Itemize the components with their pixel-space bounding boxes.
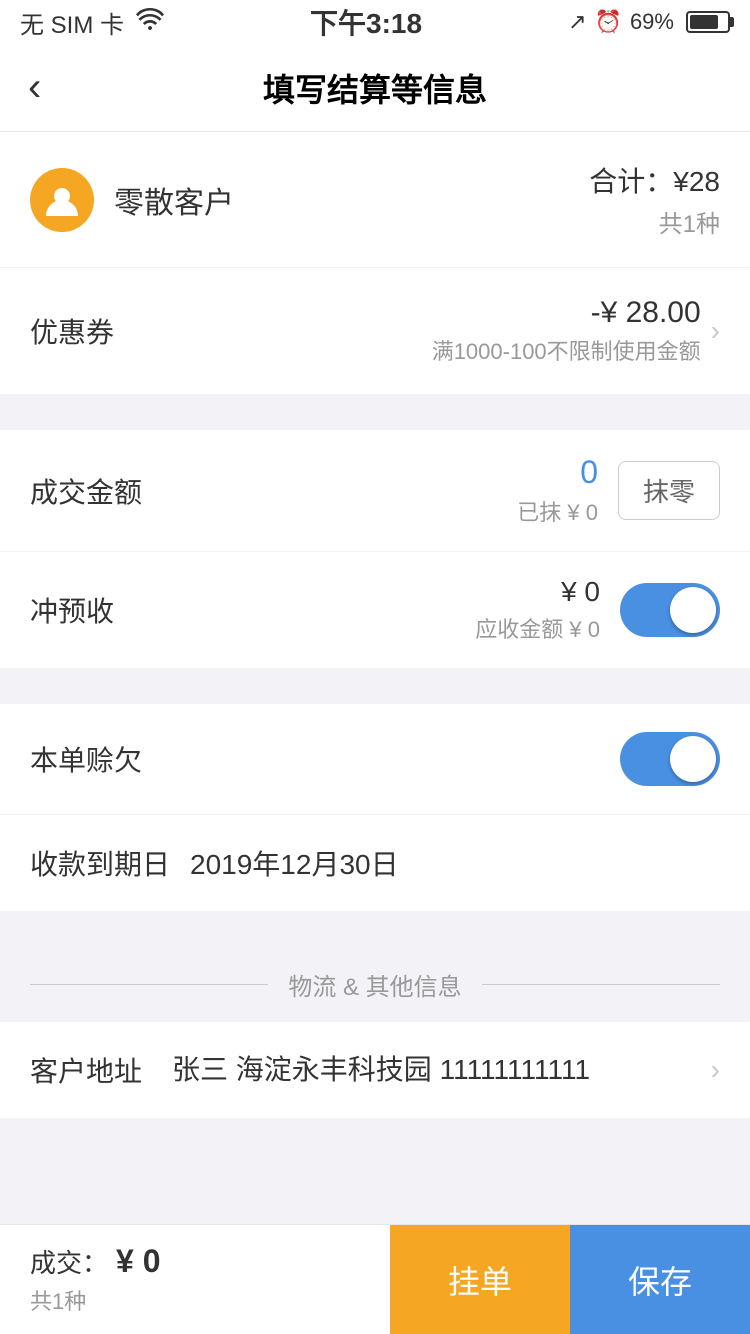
address-value: 张三 海淀永丰科技园 11111111111: [172, 1050, 701, 1089]
customer-total: 合计：¥28: [589, 160, 720, 200]
transaction-card: 成交金额 0 已抹 ¥ 0 抹零 冲预收 ¥ 0 应收金额 ¥ 0: [0, 430, 750, 668]
bottom-bar: 成交： ¥ 0 共1种 挂单 保存: [0, 1224, 750, 1334]
coupon-desc: 满1000-100不限制使用金额: [432, 334, 701, 366]
pre-collect-toggle[interactable]: [620, 583, 720, 637]
coupon-row[interactable]: 优惠券 -¥ 28.00 满1000-100不限制使用金额 ›: [0, 267, 750, 394]
pre-collect-sub-amount: 应收金额 ¥ 0: [475, 612, 600, 644]
bottom-deal-row: 成交： ¥ 0: [30, 1243, 360, 1280]
due-date-label: 收款到期日: [30, 843, 170, 883]
save-button[interactable]: 保存: [570, 1225, 750, 1334]
status-left: 无 SIM 卡: [20, 5, 164, 40]
alarm-icon: ⏰: [595, 9, 622, 35]
logistics-section-label: 物流 & 其他信息: [268, 967, 481, 1002]
customer-right: 合计：¥28 共1种: [589, 160, 720, 239]
pre-collect-main-amount: ¥ 0: [475, 576, 600, 608]
round-zero-button[interactable]: 抹零: [618, 461, 720, 520]
sim-text: 无 SIM 卡: [20, 5, 124, 40]
status-bar: 无 SIM 卡 下午3:18 ↗ ⏰ 69%: [0, 0, 750, 44]
toggle-circle: [670, 587, 716, 633]
transaction-amount-right: 0 已抹 ¥ 0 抹零: [517, 454, 720, 527]
pre-collect-right: ¥ 0 应收金额 ¥ 0: [475, 576, 720, 644]
content: 零散客户 合计：¥28 共1种 优惠券 -¥ 28.00 满1000-100不限…: [0, 132, 750, 1254]
bottom-summary: 成交： ¥ 0 共1种: [0, 1243, 390, 1316]
credit-card: 本单赊欠 收款到期日 2019年12月30日: [0, 704, 750, 911]
page-title: 填写结算等信息: [263, 65, 487, 111]
address-card: 客户地址 张三 海淀永丰科技园 11111111111 ›: [0, 1022, 750, 1118]
transaction-amount-row: 成交金额 0 已抹 ¥ 0 抹零: [0, 430, 750, 552]
battery-icon: [686, 11, 730, 33]
chevron-right-icon: ›: [711, 315, 720, 347]
nav-bar: ‹ 填写结算等信息: [0, 44, 750, 132]
logistics-divider-right: [482, 984, 720, 985]
coupon-amount: -¥ 28.00: [432, 296, 701, 330]
customer-name: 零散客户: [114, 178, 234, 222]
transaction-amount-value: 0: [517, 454, 598, 491]
credit-toggle[interactable]: [620, 732, 720, 786]
bottom-count: 共1种: [30, 1284, 360, 1316]
address-label: 客户地址: [30, 1050, 142, 1090]
hang-order-button[interactable]: 挂单: [390, 1225, 570, 1334]
credit-row: 本单赊欠: [0, 704, 750, 815]
pre-collect-amounts: ¥ 0 应收金额 ¥ 0: [475, 576, 600, 644]
customer-card: 零散客户 合计：¥28 共1种 优惠券 -¥ 28.00 满1000-100不限…: [0, 132, 750, 394]
customer-left: 零散客户: [30, 168, 234, 232]
customer-count: 共1种: [589, 204, 720, 239]
pre-collect-label: 冲预收: [30, 590, 114, 630]
section-gap-1: [0, 410, 750, 430]
back-button[interactable]: ‹: [28, 65, 41, 110]
transaction-amount-label: 成交金额: [30, 471, 142, 511]
coupon-right: -¥ 28.00 满1000-100不限制使用金额 ›: [432, 296, 720, 366]
due-date-row: 收款到期日 2019年12月30日: [0, 815, 750, 911]
bottom-deal-label: 成交：: [30, 1243, 108, 1280]
section-gap-3: [0, 927, 750, 947]
pre-collect-row: 冲预收 ¥ 0 应收金额 ¥ 0: [0, 552, 750, 668]
credit-label: 本单赊欠: [30, 739, 142, 779]
customer-row: 零散客户 合计：¥28 共1种: [0, 132, 750, 267]
wifi-icon: [136, 8, 164, 37]
address-chevron-icon: ›: [711, 1054, 720, 1086]
battery-percent: 69%: [630, 9, 674, 35]
section-gap-2: [0, 684, 750, 704]
location-icon: ↗: [568, 9, 586, 35]
transaction-amount-sub: 已抹 ¥ 0: [517, 495, 598, 527]
logistics-divider-left: [30, 984, 268, 985]
avatar: [30, 168, 94, 232]
status-time: 下午3:18: [310, 2, 422, 42]
address-row[interactable]: 客户地址 张三 海淀永丰科技园 11111111111 ›: [0, 1022, 750, 1118]
transaction-amount-content: 0 已抹 ¥ 0: [517, 454, 598, 527]
due-date-value: 2019年12月30日: [190, 843, 399, 883]
coupon-right-content: -¥ 28.00 满1000-100不限制使用金额: [432, 296, 701, 366]
coupon-label: 优惠券: [30, 311, 114, 351]
bottom-deal-amount: ¥ 0: [116, 1243, 160, 1280]
logistics-header: 物流 & 其他信息: [0, 947, 750, 1022]
credit-toggle-circle: [670, 736, 716, 782]
status-right: ↗ ⏰ 69%: [568, 9, 730, 35]
